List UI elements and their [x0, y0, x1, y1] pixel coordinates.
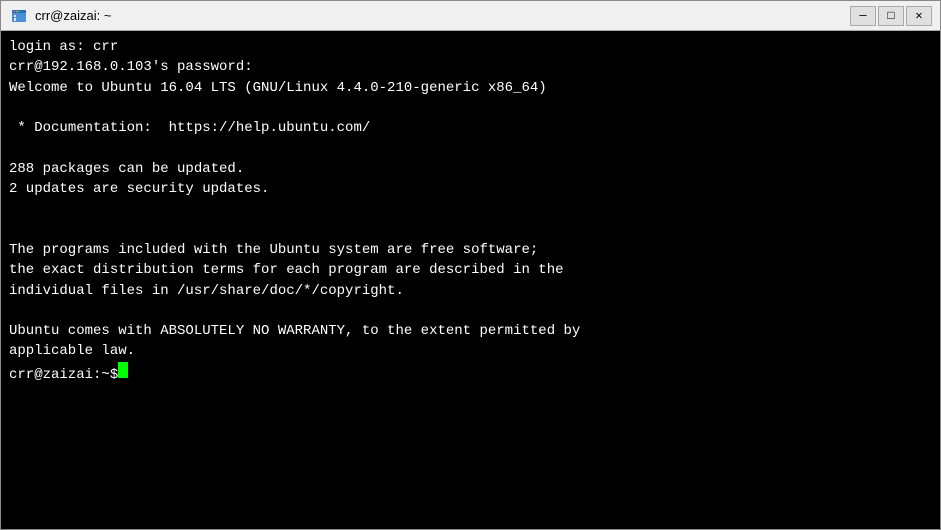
window-title: crr@zaizai: ~ [35, 8, 850, 23]
terminal-prompt: crr@zaizai:~$ [9, 366, 118, 386]
maximize-button[interactable]: □ [878, 6, 904, 26]
terminal-body[interactable]: login as: crr crr@192.168.0.103's passwo… [1, 31, 940, 529]
terminal-prompt-line: crr@zaizai:~$ [9, 362, 932, 386]
window-icon [9, 6, 29, 26]
close-button[interactable]: ✕ [906, 6, 932, 26]
terminal-cursor [118, 362, 128, 378]
minimize-button[interactable]: ─ [850, 6, 876, 26]
terminal-window: crr@zaizai: ~ ─ □ ✕ login as: crr crr@19… [0, 0, 941, 530]
window-controls: ─ □ ✕ [850, 6, 932, 26]
title-bar: crr@zaizai: ~ ─ □ ✕ [1, 1, 940, 31]
terminal-output: login as: crr crr@192.168.0.103's passwo… [9, 37, 932, 362]
